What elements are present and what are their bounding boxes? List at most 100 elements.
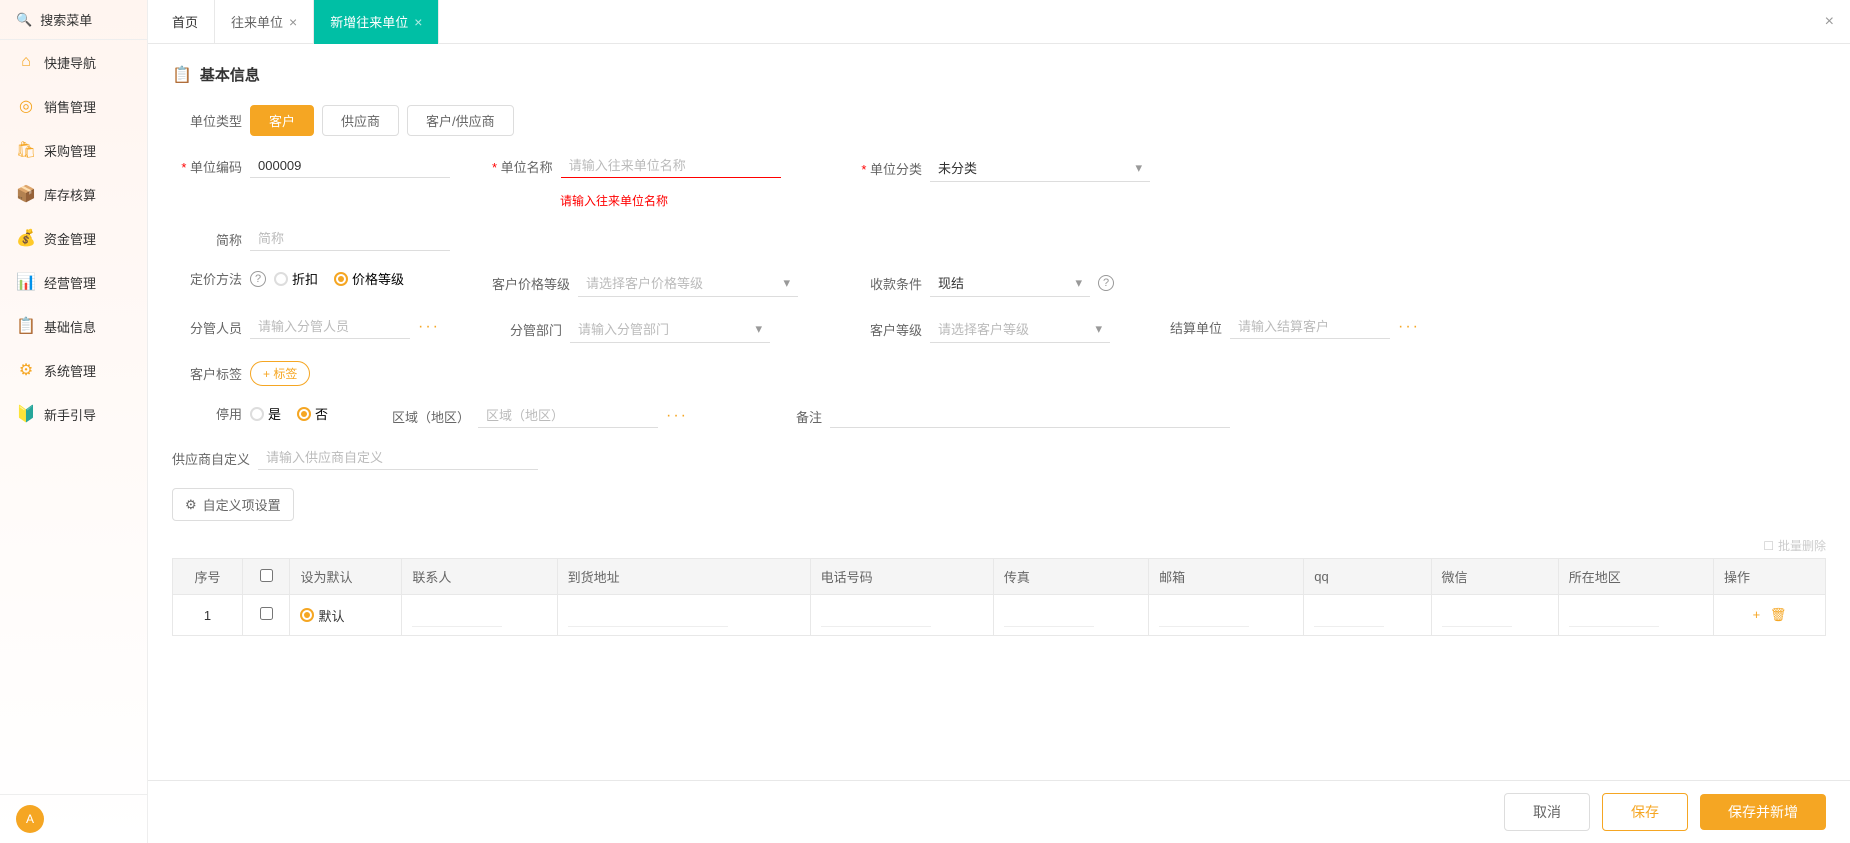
unit-type-row: 单位类型 客户 供应商 客户/供应商 — [172, 105, 1826, 136]
td-action: + 🗑 — [1714, 595, 1826, 636]
manager-input[interactable] — [250, 315, 410, 339]
payment-terms-label: 收款条件 — [852, 274, 922, 293]
payment-terms-select[interactable]: 现结 ▾ — [930, 269, 1090, 297]
abbr-input[interactable] — [250, 227, 450, 251]
wechat-input[interactable] — [1442, 603, 1512, 627]
sidebar-item-purchase[interactable]: 🛍 采购管理 — [0, 128, 147, 172]
td-phone[interactable] — [810, 595, 993, 636]
default-radio[interactable]: 默认 — [300, 606, 391, 625]
batch-delete-area: ☐ 批量删除 — [172, 537, 1826, 554]
supplier-custom-input[interactable] — [258, 446, 538, 470]
close-all-tabs[interactable]: × — [1817, 9, 1842, 35]
settlement-unit-input[interactable] — [1230, 315, 1390, 339]
ops-icon: 📊 — [16, 272, 36, 292]
qq-input[interactable] — [1314, 603, 1384, 627]
sales-icon: ◎ — [16, 96, 36, 116]
tab-partner[interactable]: 往来单位 × — [215, 0, 314, 44]
sidebar-item-label: 销售管理 — [44, 97, 96, 116]
pricing-help[interactable]: ? — [250, 271, 266, 287]
tab-home[interactable]: 首页 — [156, 0, 215, 44]
sidebar-item-label: 经营管理 — [44, 273, 96, 292]
select-all-checkbox[interactable] — [260, 569, 273, 582]
manager-row: 分管人员 ··· 分管部门 请输入分管部门 ▾ 客户等级 请选择客户等级 ▾ 结… — [172, 315, 1826, 343]
batch-delete-label[interactable]: 批量删除 — [1778, 537, 1826, 554]
customer-level-label: 客户等级 — [852, 320, 922, 339]
settlement-unit-more[interactable]: ··· — [1398, 318, 1420, 336]
customer-price-level-select[interactable]: 请选择客户价格等级 ▾ — [578, 269, 798, 297]
type-btn-both[interactable]: 客户/供应商 — [407, 105, 514, 136]
pricing-radio-discount[interactable]: 折扣 — [274, 269, 318, 288]
department-select[interactable]: 请输入分管部门 ▾ — [570, 315, 770, 343]
unit-category-value: 未分类 — [938, 158, 977, 177]
settings-icon: ⚙ — [185, 497, 197, 513]
sidebar-item-system[interactable]: ⚙ 系统管理 — [0, 348, 147, 392]
sidebar-item-ops[interactable]: 📊 经营管理 — [0, 260, 147, 304]
custom-settings-button[interactable]: ⚙ 自定义项设置 — [172, 488, 294, 521]
type-btn-supplier[interactable]: 供应商 — [322, 105, 399, 136]
fax-input[interactable] — [1004, 603, 1094, 627]
manager-group: 分管人员 ··· — [172, 315, 492, 339]
th-seq: 序号 — [173, 559, 243, 595]
th-qq: qq — [1304, 559, 1431, 595]
section-icon: 📋 — [172, 65, 192, 85]
sidebar-item-guide[interactable]: 🔰 新手引导 — [0, 392, 147, 436]
sidebar-item-basic[interactable]: 📋 基础信息 — [0, 304, 147, 348]
type-btn-customer[interactable]: 客户 — [250, 105, 314, 136]
add-row-btn[interactable]: + — [1753, 607, 1761, 622]
contact-input[interactable] — [412, 603, 502, 627]
sidebar-bottom: A — [0, 794, 147, 843]
search-icon: 🔍 — [16, 12, 32, 28]
area-input[interactable] — [478, 404, 658, 428]
tab-partner-close[interactable]: × — [289, 14, 297, 30]
cancel-button[interactable]: 取消 — [1504, 793, 1590, 831]
add-tag-button[interactable]: + 标签 — [250, 361, 310, 386]
supplier-custom-label: 供应商自定义 — [172, 449, 250, 468]
th-wechat: 微信 — [1431, 559, 1558, 595]
unit-code-input[interactable] — [250, 154, 450, 178]
sidebar-item-label: 采购管理 — [44, 141, 96, 160]
sidebar-item-finance[interactable]: 💰 资金管理 — [0, 216, 147, 260]
row-checkbox[interactable] — [260, 607, 273, 620]
sidebar-search[interactable]: 🔍 搜索菜单 — [0, 0, 147, 40]
phone-input[interactable] — [821, 603, 931, 627]
save-button[interactable]: 保存 — [1602, 793, 1688, 831]
td-address[interactable] — [557, 595, 810, 636]
tab-new-partner[interactable]: 新增往来单位 × — [314, 0, 439, 44]
avatar: A — [16, 805, 44, 833]
default-radio-label: 默认 — [318, 606, 344, 625]
disable-radio-yes[interactable]: 是 — [250, 404, 281, 423]
email-input[interactable] — [1159, 603, 1249, 627]
supplier-custom-group: 供应商自定义 — [172, 446, 1826, 470]
sidebar-item-sales[interactable]: ◎ 销售管理 — [0, 84, 147, 128]
remark-input[interactable] — [830, 404, 1230, 428]
td-region[interactable] — [1558, 595, 1713, 636]
td-qq[interactable] — [1304, 595, 1431, 636]
delete-row-btn[interactable]: 🗑 — [1770, 607, 1787, 622]
sidebar-item-quick-nav[interactable]: ⌂ 快捷导航 — [0, 40, 147, 84]
sidebar-item-label: 库存核算 — [44, 185, 96, 204]
save-new-button[interactable]: 保存并新增 — [1700, 794, 1826, 830]
td-fax[interactable] — [993, 595, 1148, 636]
manager-more[interactable]: ··· — [418, 318, 440, 336]
td-wechat[interactable] — [1431, 595, 1558, 636]
unit-name-input[interactable] — [561, 154, 781, 178]
td-checkbox[interactable] — [242, 595, 290, 636]
customer-level-select[interactable]: 请选择客户等级 ▾ — [930, 315, 1110, 343]
tab-home-label: 首页 — [172, 12, 198, 31]
disable-radio-no[interactable]: 否 — [297, 404, 328, 423]
td-email[interactable] — [1149, 595, 1304, 636]
address-input[interactable] — [568, 603, 728, 627]
td-contact[interactable] — [402, 595, 557, 636]
sidebar-item-inventory[interactable]: 📦 库存核算 — [0, 172, 147, 216]
tab-new-partner-close[interactable]: × — [414, 14, 422, 30]
region-input[interactable] — [1569, 603, 1659, 627]
section-title: 基本信息 — [200, 64, 260, 85]
area-label: 区域（地区） — [392, 407, 470, 426]
area-more[interactable]: ··· — [666, 407, 688, 425]
unit-category-chevron: ▾ — [1135, 160, 1142, 176]
disable-radio-no-circle — [297, 407, 311, 421]
pricing-radio-price-level[interactable]: 价格等级 — [334, 269, 404, 288]
disable-radio-no-label: 否 — [315, 404, 328, 423]
unit-category-select[interactable]: 未分类 ▾ — [930, 154, 1150, 182]
payment-terms-help[interactable]: ? — [1098, 275, 1114, 291]
